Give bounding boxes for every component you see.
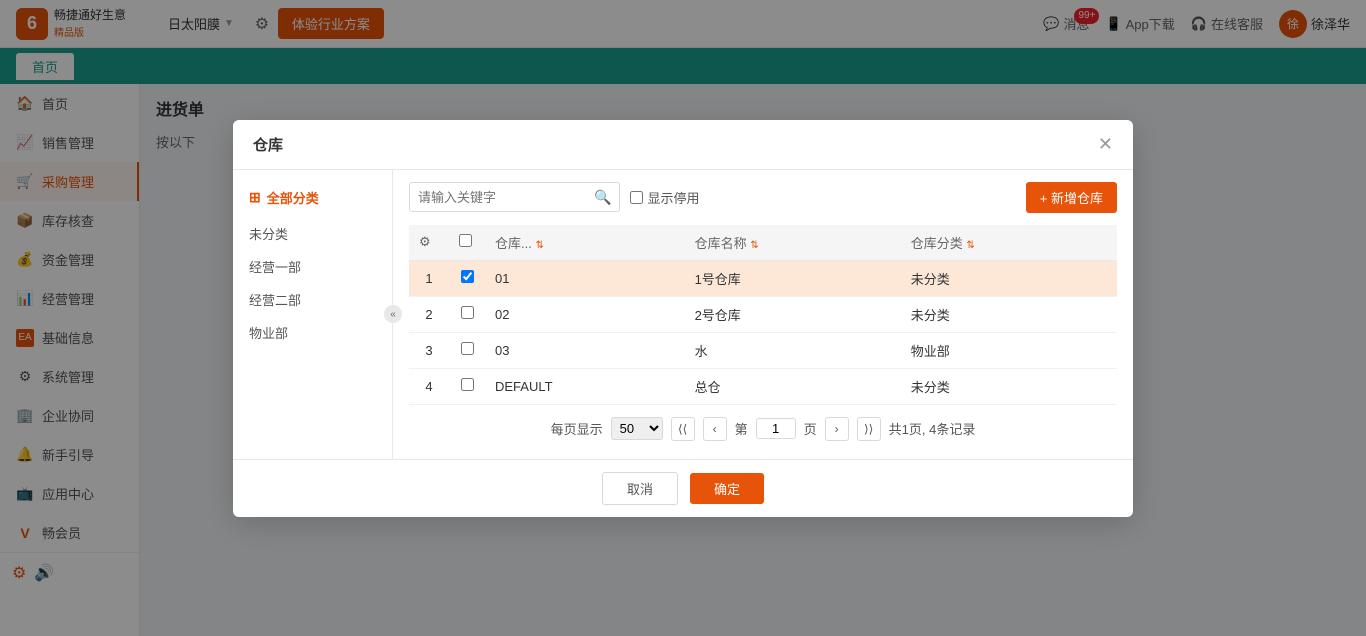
cancel-button[interactable]: 取消 — [602, 472, 678, 505]
table-row[interactable]: 3 03 水 物业部 — [409, 332, 1117, 368]
dialog-footer: 取消 确定 — [233, 459, 1133, 517]
row-gear-4: 4 — [409, 368, 449, 404]
table-head: ⚙ 仓库... ⇅ 仓库名称 ⇅ — [409, 225, 1117, 261]
row-name-4: 总仓 — [685, 368, 901, 404]
table-container: ⚙ 仓库... ⇅ 仓库名称 ⇅ — [409, 225, 1117, 405]
warehouse-table: ⚙ 仓库... ⇅ 仓库名称 ⇅ — [409, 225, 1117, 405]
page-number-input[interactable] — [756, 418, 796, 439]
row-gear-1: 1 — [409, 260, 449, 296]
th-code-label: 仓库... — [495, 236, 532, 251]
row-check-2[interactable] — [449, 296, 485, 332]
row-check-1[interactable] — [449, 260, 485, 296]
row-name-3: 水 — [685, 332, 901, 368]
category-header[interactable]: ⊞ 全部分类 — [233, 182, 392, 217]
sort-category-icon: ⇅ — [966, 240, 974, 251]
per-page-label: 每页显示 — [551, 419, 603, 438]
sort-name-icon: ⇅ — [750, 240, 758, 251]
row-name-2: 2号仓库 — [685, 296, 901, 332]
dialog-main: 🔍 显示停用 + 新增仓库 ⚙ — [393, 170, 1133, 459]
search-box[interactable]: 🔍 — [409, 182, 620, 212]
category-item-unclassified[interactable]: 未分类 — [233, 217, 392, 250]
show-disabled-checkbox[interactable]: 显示停用 — [630, 188, 699, 207]
row-checkbox-2[interactable] — [461, 306, 474, 319]
dialog-title: 仓库 — [253, 134, 283, 155]
select-all-checkbox[interactable] — [459, 234, 472, 247]
th-category: 仓库分类 ⇅ — [901, 225, 1117, 261]
table-body: 1 01 1号仓库 未分类 2 02 2号仓库 — [409, 260, 1117, 404]
sort-code-icon: ⇅ — [535, 240, 543, 251]
row-category-3: 物业部 — [901, 332, 1117, 368]
row-name-1: 1号仓库 — [685, 260, 901, 296]
pagination: 每页显示 50 100 ⟨⟨ ‹ 第 页 › ⟩⟩ 共1页, 4条记录 — [409, 405, 1117, 447]
th-gear: ⚙ — [409, 225, 449, 261]
add-warehouse-button[interactable]: + 新增仓库 — [1026, 182, 1117, 213]
row-category-1: 未分类 — [901, 260, 1117, 296]
search-row: 🔍 显示停用 + 新增仓库 — [409, 182, 1117, 213]
page-unit: 页 — [804, 419, 817, 438]
page-total: 共1页, 4条记录 — [889, 419, 976, 438]
category-sidebar: ⊞ 全部分类 « 未分类 经营一部 经营二部 物业部 — [233, 170, 393, 459]
search-icon: 🔍 — [594, 189, 611, 206]
table-row[interactable]: 1 01 1号仓库 未分类 — [409, 260, 1117, 296]
page-first-button[interactable]: ⟨⟨ — [671, 417, 695, 441]
dialog-overlay: 仓库 ✕ ⊞ 全部分类 « 未分类 经营一部 经营二部 物业部 — [0, 0, 1366, 636]
dialog-header: 仓库 ✕ — [233, 120, 1133, 170]
category-header-label: 全部分类 — [267, 188, 319, 207]
row-check-4[interactable] — [449, 368, 485, 404]
table-header-row: ⚙ 仓库... ⇅ 仓库名称 ⇅ — [409, 225, 1117, 261]
category-item-dept1[interactable]: 经营一部 — [233, 250, 392, 283]
dialog-body: ⊞ 全部分类 « 未分类 经营一部 经营二部 物业部 🔍 — [233, 170, 1133, 459]
row-category-2: 未分类 — [901, 296, 1117, 332]
table-row[interactable]: 4 DEFAULT 总仓 未分类 — [409, 368, 1117, 404]
row-code-2: 02 — [485, 296, 685, 332]
th-code: 仓库... ⇅ — [485, 225, 685, 261]
confirm-button[interactable]: 确定 — [690, 473, 764, 504]
row-check-3[interactable] — [449, 332, 485, 368]
row-code-4: DEFAULT — [485, 368, 685, 404]
row-code-1: 01 — [485, 260, 685, 296]
th-name: 仓库名称 ⇅ — [685, 225, 901, 261]
row-code-3: 03 — [485, 332, 685, 368]
row-gear-2: 2 — [409, 296, 449, 332]
show-disabled-check[interactable] — [630, 191, 643, 204]
row-gear-3: 3 — [409, 332, 449, 368]
category-grid-icon: ⊞ — [249, 189, 261, 206]
search-input[interactable] — [418, 190, 594, 205]
th-name-label: 仓库名称 — [695, 236, 747, 251]
category-item-property[interactable]: 物业部 — [233, 316, 392, 349]
th-check — [449, 225, 485, 261]
row-checkbox-3[interactable] — [461, 342, 474, 355]
category-item-dept2[interactable]: 经营二部 — [233, 283, 392, 316]
page-next-button[interactable]: › — [825, 417, 849, 441]
per-page-select[interactable]: 50 100 — [611, 417, 663, 440]
row-checkbox-4[interactable] — [461, 378, 474, 391]
row-checkbox-1[interactable] — [461, 270, 474, 283]
table-row[interactable]: 2 02 2号仓库 未分类 — [409, 296, 1117, 332]
row-category-4: 未分类 — [901, 368, 1117, 404]
page-last-button[interactable]: ⟩⟩ — [857, 417, 881, 441]
warehouse-dialog: 仓库 ✕ ⊞ 全部分类 « 未分类 经营一部 经营二部 物业部 — [233, 120, 1133, 517]
page-label: 第 — [735, 419, 748, 438]
dialog-close-button[interactable]: ✕ — [1098, 135, 1113, 153]
show-disabled-label: 显示停用 — [647, 188, 699, 207]
th-category-label: 仓库分类 — [911, 236, 963, 251]
page-prev-button[interactable]: ‹ — [703, 417, 727, 441]
category-collapse-button[interactable]: « — [384, 305, 402, 323]
